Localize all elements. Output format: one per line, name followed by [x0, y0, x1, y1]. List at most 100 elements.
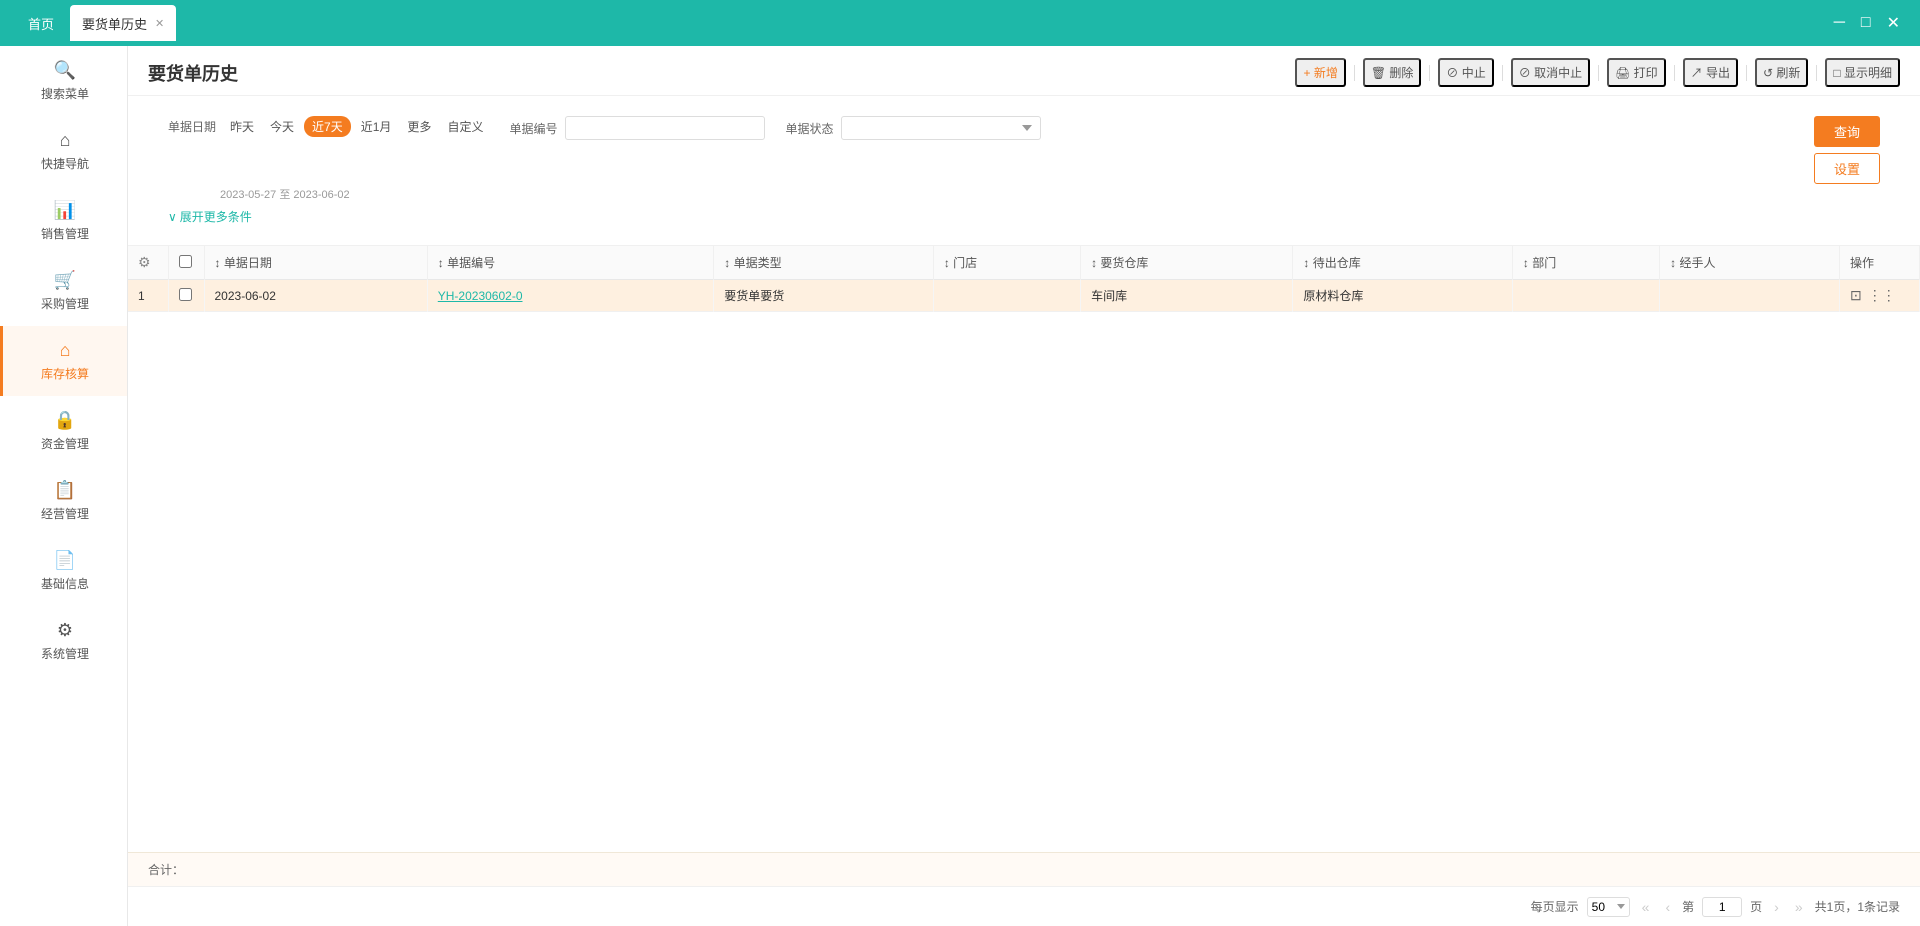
table-row[interactable]: 1 2023-06-02 YH-20230602-0 要货单要货 车间库 原材料…: [128, 280, 1920, 312]
close-btn[interactable]: ✕: [1883, 9, 1904, 37]
th-doc-type-label: ↕ 单据类型: [724, 256, 781, 270]
quick-nav-icon: ⌂: [60, 130, 71, 151]
date-btn-last7days[interactable]: 近7天: [304, 116, 351, 137]
sidebar-item-operations-mgmt[interactable]: 📋 经营管理: [0, 466, 127, 536]
content-area: 要货单历史 + 新增 🗑 删除 ⊘ 中止 ⊘ 取消中止 🖨 打印 ↗ 导出: [128, 46, 1920, 926]
th-handler-label: ↕ 经手人: [1670, 256, 1715, 270]
first-page-btn[interactable]: «: [1638, 897, 1654, 917]
prev-page-btn[interactable]: ‹: [1661, 897, 1674, 917]
th-doc-number: ↕ 单据编号: [427, 246, 714, 280]
row-checkbox[interactable]: [179, 288, 192, 301]
date-btn-last1month[interactable]: 近1月: [355, 116, 398, 137]
expand-more-btn[interactable]: ∨ 展开更多条件: [168, 208, 1880, 225]
sidebar-item-purchase-mgmt[interactable]: 🛒 采购管理: [0, 256, 127, 326]
maximize-btn[interactable]: □: [1857, 10, 1875, 36]
pagination: 每页显示 50 20 100 200 « ‹ 第 页 › » 共1页，1条记录: [128, 886, 1920, 926]
filter-bar: 单据日期 昨天 今天 近7天 近1月 更多 自定义: [128, 96, 1920, 246]
table-container: ⚙ ↕ 单据日期 ↕ 单据编号: [128, 246, 1920, 852]
tab-home[interactable]: 首页: [16, 5, 66, 41]
th-doc-number-label: ↕ 单据编号: [438, 256, 495, 270]
th-action: 操作: [1840, 246, 1920, 280]
toolbar-divider-4: [1598, 65, 1599, 81]
sidebar-item-finance-mgmt[interactable]: 🔒 资金管理: [0, 396, 127, 466]
stop-button[interactable]: ⊘ 中止: [1438, 58, 1493, 87]
row-more-icon[interactable]: ⋮⋮: [1868, 287, 1896, 304]
new-button[interactable]: + 新增: [1295, 58, 1345, 87]
th-handler: ↕ 经手人: [1660, 246, 1840, 280]
select-all-checkbox[interactable]: [179, 255, 192, 268]
th-checkbox: [168, 246, 204, 280]
page-size-select[interactable]: 50 20 100 200: [1587, 897, 1630, 917]
print-button[interactable]: 🖨 打印: [1607, 58, 1666, 87]
sidebar-item-system-mgmt[interactable]: ⚙ 系统管理: [0, 606, 127, 676]
sidebar-item-inventory-calc[interactable]: ⌂ 库存核算: [0, 326, 127, 396]
sidebar-item-purchase-label: 采购管理: [41, 295, 89, 312]
page-prefix-label: 第: [1682, 898, 1694, 915]
data-table: ⚙ ↕ 单据日期 ↕ 单据编号: [128, 246, 1920, 312]
sales-mgmt-icon: 📊: [54, 200, 76, 221]
date-btn-more[interactable]: 更多: [401, 116, 437, 137]
date-btn-yesterday[interactable]: 昨天: [224, 116, 260, 137]
inventory-calc-icon: ⌂: [60, 340, 71, 361]
date-btn-custom[interactable]: 自定义: [441, 116, 489, 137]
minimize-btn[interactable]: ─: [1830, 10, 1849, 36]
th-doc-date: ↕ 单据日期: [204, 246, 427, 280]
th-department: ↕ 部门: [1512, 246, 1659, 280]
doc-status-select[interactable]: [841, 116, 1041, 140]
next-page-btn[interactable]: ›: [1770, 897, 1783, 917]
cell-pending-warehouse: 原材料仓库: [1293, 280, 1513, 312]
table-settings-icon[interactable]: ⚙: [138, 254, 151, 271]
toolbar-divider-3: [1502, 65, 1503, 81]
export-button[interactable]: ↗ 导出: [1683, 58, 1738, 87]
system-mgmt-icon: ⚙: [57, 620, 73, 641]
sidebar-item-quick-nav[interactable]: ⌂ 快捷导航: [0, 116, 127, 186]
cell-department: [1512, 280, 1659, 312]
cell-req-warehouse: 车间库: [1081, 280, 1293, 312]
query-button[interactable]: 查询: [1814, 116, 1880, 147]
doc-number-input[interactable]: [565, 116, 765, 140]
sidebar-item-basic-label: 基础信息: [41, 575, 89, 592]
cell-action: ⊡ ⋮⋮: [1840, 280, 1920, 312]
th-settings: ⚙: [128, 246, 168, 280]
th-req-warehouse-label: ↕ 要货仓库: [1091, 256, 1148, 270]
th-store: ↕ 门店: [933, 246, 1080, 280]
sidebar-item-operations-label: 经营管理: [41, 505, 89, 522]
th-store-label: ↕ 门店: [944, 256, 977, 270]
doc-number-link[interactable]: YH-20230602-0: [438, 289, 523, 303]
sidebar-item-finance-label: 资金管理: [41, 435, 89, 452]
toolbar-divider-6: [1746, 65, 1747, 81]
cell-checkbox[interactable]: [168, 280, 204, 312]
cancel-stop-button[interactable]: ⊘ 取消中止: [1511, 58, 1590, 87]
tab-requisition-history[interactable]: 要货单历史 ✕: [70, 5, 176, 41]
sidebar-item-basic-info[interactable]: 📄 基础信息: [0, 536, 127, 606]
cell-index: 1: [128, 280, 168, 312]
page-number-input[interactable]: [1702, 897, 1742, 917]
expand-more-label: 展开更多条件: [180, 208, 252, 225]
sidebar-item-search-menu[interactable]: 🔍 搜索菜单: [0, 46, 127, 116]
refresh-button[interactable]: ↺ 刷新: [1755, 58, 1808, 87]
filter-docnumber-group: 单据编号: [509, 116, 765, 140]
footer-summary: 合计：: [128, 852, 1920, 886]
chevron-down-icon: ∨: [168, 210, 177, 224]
delete-button[interactable]: 🗑 删除: [1363, 58, 1422, 87]
row-edit-icon[interactable]: ⊡: [1850, 287, 1862, 304]
top-bar: 首页 要货单历史 ✕ ─ □ ✕: [0, 0, 1920, 46]
th-department-label: ↕ 部门: [1523, 256, 1556, 270]
last-page-btn[interactable]: »: [1791, 897, 1807, 917]
sidebar-item-sales-mgmt[interactable]: 📊 销售管理: [0, 186, 127, 256]
tab-requisition-label: 要货单历史: [82, 14, 147, 33]
toolbar: + 新增 🗑 删除 ⊘ 中止 ⊘ 取消中止 🖨 打印 ↗ 导出 ↺ 刷新: [1295, 58, 1900, 87]
filter-section: 单据日期 昨天 今天 近7天 近1月 更多 自定义: [148, 106, 1900, 184]
settings-button[interactable]: 设置: [1814, 153, 1880, 184]
show-detail-button[interactable]: □ 显示明细: [1825, 58, 1900, 87]
cell-handler: [1660, 280, 1840, 312]
filter-action-btns: 查询 设置: [1814, 116, 1880, 184]
tab-close-icon[interactable]: ✕: [155, 17, 164, 30]
cell-doc-number[interactable]: YH-20230602-0: [427, 280, 714, 312]
toolbar-divider-7: [1816, 65, 1817, 81]
date-btn-today[interactable]: 今天: [264, 116, 300, 137]
th-pending-warehouse-label: ↕ 待出仓库: [1303, 256, 1360, 270]
sidebar-item-sales-label: 销售管理: [41, 225, 89, 242]
date-range-display: 2023-05-27 至 2023-06-02: [148, 186, 1900, 202]
basic-info-icon: 📄: [54, 550, 76, 571]
